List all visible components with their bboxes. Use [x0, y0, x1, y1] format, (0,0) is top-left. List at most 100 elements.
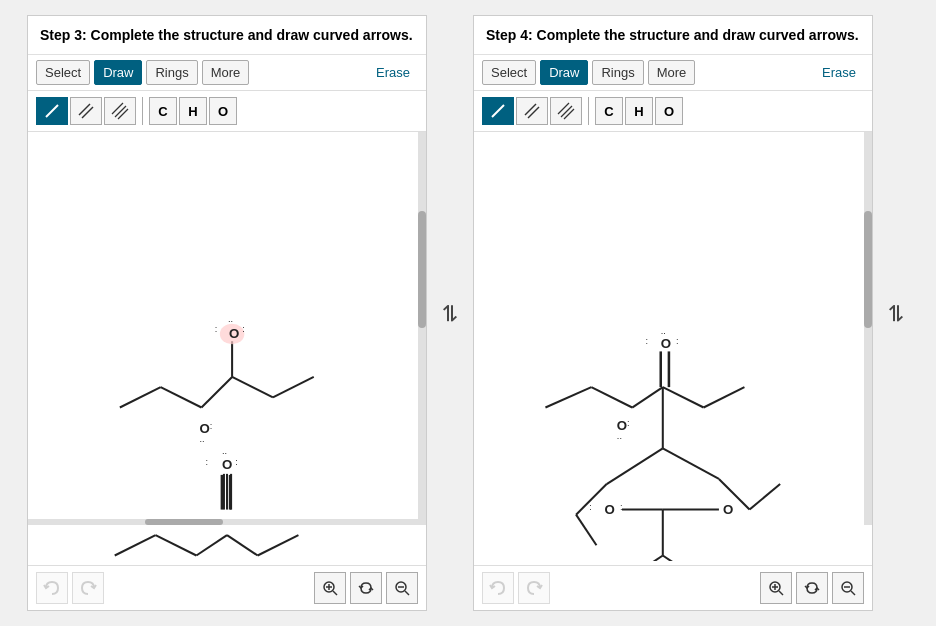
draw-button-step4[interactable]: Draw	[540, 60, 588, 85]
single-bond-button-step4[interactable]	[482, 97, 514, 125]
oxygen-button-step3[interactable]: O	[209, 97, 237, 125]
svg-line-8	[232, 377, 273, 397]
svg-line-11	[201, 377, 232, 408]
svg-text::: :	[242, 324, 245, 334]
svg-line-4	[115, 106, 126, 117]
svg-line-27	[196, 535, 227, 555]
svg-text::: :	[589, 502, 592, 512]
erase-button-step3[interactable]: Erase	[368, 61, 418, 84]
hydrogen-button-step4[interactable]: H	[625, 97, 653, 125]
select-button-step4[interactable]: Select	[482, 60, 536, 85]
main-container: Step 3: Complete the structure and draw …	[7, 0, 929, 626]
svg-text:..: ..	[617, 431, 622, 441]
svg-text:..: ..	[199, 434, 204, 444]
svg-line-67	[576, 515, 596, 546]
bottom-toolbar-step3	[28, 565, 426, 610]
panel-step4: Step 4: Complete the structure and draw …	[473, 15, 873, 610]
panel-step3: Step 3: Complete the structure and draw …	[27, 15, 427, 610]
rings-button-step4[interactable]: Rings	[592, 60, 643, 85]
svg-text::: :	[215, 324, 218, 334]
scrollbar-thumb-step4	[864, 211, 872, 329]
svg-line-49	[564, 109, 574, 119]
svg-line-47	[558, 103, 569, 114]
carbon-button-step3[interactable]: C	[149, 97, 177, 125]
svg-text::: :	[627, 418, 630, 428]
scrollbar-right-step4[interactable]	[864, 132, 872, 525]
svg-line-74	[663, 448, 719, 479]
svg-line-46	[528, 107, 539, 118]
svg-line-45	[525, 104, 536, 115]
triple-bond-button-step4[interactable]	[550, 97, 582, 125]
svg-line-55	[632, 387, 663, 407]
svg-line-28	[227, 535, 258, 555]
canvas-step4[interactable]: O : .. O : : ..	[474, 132, 872, 565]
svg-text:O: O	[723, 502, 733, 517]
select-button-step3[interactable]: Select	[36, 60, 90, 85]
toolbar-step3: Select Draw Rings More Erase	[28, 55, 426, 91]
equilibrium-arrow: ⇌	[437, 300, 463, 326]
triple-bond-button-step3[interactable]	[104, 97, 136, 125]
more-button-step3[interactable]: More	[202, 60, 250, 85]
zoom-reset-button-step3[interactable]	[350, 572, 382, 604]
rings-button-step3[interactable]: Rings	[146, 60, 197, 85]
svg-line-76	[750, 484, 781, 510]
redo-button-step3[interactable]	[72, 572, 104, 604]
svg-line-48	[561, 106, 572, 117]
svg-line-5	[118, 109, 128, 119]
zoom-in-button-step4[interactable]	[760, 572, 792, 604]
double-bond-button-step3[interactable]	[70, 97, 102, 125]
zoom-reset-button-step4[interactable]	[796, 572, 828, 604]
svg-text:..: ..	[661, 326, 666, 336]
svg-line-42	[405, 591, 409, 595]
svg-line-3	[112, 103, 123, 114]
canvas-step3[interactable]: O : : .. O : ..	[28, 132, 426, 565]
carbon-button-step4[interactable]: C	[595, 97, 623, 125]
svg-line-2	[82, 107, 93, 118]
svg-text::: :	[676, 336, 679, 346]
svg-line-20	[115, 535, 156, 555]
scrollbar-bottom-step3[interactable]	[28, 519, 418, 525]
redo-button-step4[interactable]	[518, 572, 550, 604]
svg-text::: :	[206, 457, 209, 467]
svg-line-62	[663, 387, 704, 407]
undo-button-step4[interactable]	[482, 572, 514, 604]
svg-line-44	[492, 105, 504, 117]
right-arrow: ⇌	[883, 300, 909, 326]
bond-tools-step3: C H O	[28, 91, 426, 132]
zoom-out-button-step4[interactable]	[832, 572, 864, 604]
svg-text::: :	[645, 336, 648, 346]
scrollbar-right-step3[interactable]	[418, 132, 426, 525]
svg-text::: :	[235, 457, 238, 467]
zoom-out-button-step3[interactable]	[386, 572, 418, 604]
bottom-toolbar-step4	[474, 565, 872, 610]
oxygen-button-step4[interactable]: O	[655, 97, 683, 125]
svg-line-7	[161, 387, 202, 407]
erase-button-step4[interactable]: Erase	[814, 61, 864, 84]
svg-text:O: O	[229, 326, 239, 341]
svg-text:..: ..	[228, 314, 233, 324]
svg-line-65	[607, 448, 663, 484]
svg-line-0	[46, 105, 58, 117]
svg-line-38	[333, 591, 337, 595]
draw-button-step3[interactable]: Draw	[94, 60, 142, 85]
svg-text:..: ..	[222, 446, 227, 456]
svg-line-50	[545, 387, 591, 407]
double-bond-button-step4[interactable]	[516, 97, 548, 125]
svg-text:O: O	[605, 502, 615, 517]
svg-line-79	[632, 556, 663, 561]
hydrogen-button-step3[interactable]: H	[179, 97, 207, 125]
zoom-in-button-step3[interactable]	[314, 572, 346, 604]
svg-line-63	[704, 387, 745, 407]
undo-button-step3[interactable]	[36, 572, 68, 604]
more-button-step4[interactable]: More	[648, 60, 696, 85]
svg-line-1	[79, 104, 90, 115]
molecule-svg-step4: O : .. O : : ..	[474, 132, 872, 561]
scrollbar-thumb-step3	[418, 211, 426, 329]
bond-tools-step4: C H O	[474, 91, 872, 132]
bond-separator-step3	[142, 97, 143, 125]
single-bond-button-step3[interactable]	[36, 97, 68, 125]
svg-text::: :	[210, 421, 213, 431]
panel-step3-title: Step 3: Complete the structure and draw …	[28, 16, 426, 55]
svg-line-6	[120, 387, 161, 407]
svg-line-81	[779, 591, 783, 595]
